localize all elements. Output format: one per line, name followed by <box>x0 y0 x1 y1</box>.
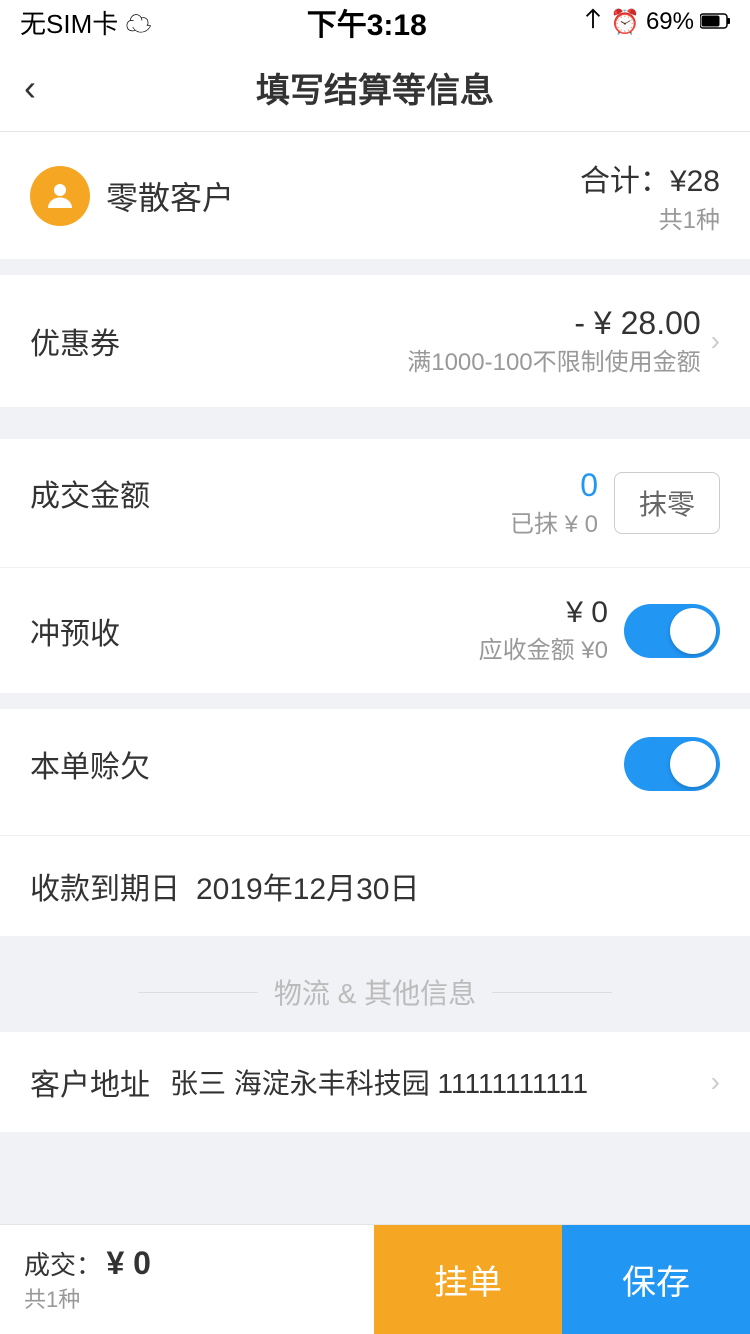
transaction-sub: 已抹 ¥ 0 <box>510 504 598 539</box>
pre-collect-row: 冲预收 ¥ 0 应收金额 ¥0 <box>0 568 750 693</box>
pre-collect-right: ¥ 0 应收金额 ¥0 <box>479 596 720 665</box>
section-separator-1 <box>0 423 750 439</box>
round-button[interactable]: 抹零 <box>614 472 720 534</box>
customer-avatar <box>30 166 90 226</box>
debit-section: 本单赊欠 收款到期日 2019年12月30日 <box>0 709 750 936</box>
transaction-value: 0 <box>510 467 598 504</box>
section-separator-2 <box>0 936 750 952</box>
transaction-right: 0 已抹 ¥ 0 抹零 <box>510 467 720 539</box>
coupon-right: - ¥ 28.00 满1000-100不限制使用金额 › <box>407 305 720 377</box>
debit-toggle-knob <box>670 741 716 787</box>
back-button[interactable]: ‹ <box>24 67 36 109</box>
battery-icon <box>700 8 730 36</box>
battery-icon <box>582 8 604 37</box>
coupon-info: - ¥ 28.00 满1000-100不限制使用金额 <box>407 305 700 377</box>
status-time: 下午3:18 <box>307 0 427 44</box>
nav-bar: ‹ 填写结算等信息 <box>0 44 750 132</box>
debit-row: 本单赊欠 <box>0 709 750 819</box>
transaction-value-block: 0 已抹 ¥ 0 <box>510 467 598 539</box>
bottom-deal-row: 成交： ¥ 0 <box>24 1245 350 1282</box>
hold-button[interactable]: 挂单 <box>374 1225 562 1334</box>
alarm-icon: ⏰ <box>610 8 640 37</box>
battery-percent: 69% <box>646 8 694 36</box>
save-button[interactable]: 保存 <box>562 1225 750 1334</box>
pre-collect-receivable: 应收金额 ¥0 <box>479 630 608 665</box>
status-bar: 无SIM卡 ☁ 下午3:18 ⏰ 69% <box>0 0 750 44</box>
address-value: 张三 海淀永丰科技园 11111111111 <box>170 1062 711 1102</box>
debit-label: 本单赊欠 <box>30 742 150 786</box>
bottom-deal-amount: ¥ 0 <box>106 1245 150 1281</box>
customer-total: 合计：¥28 <box>580 156 720 200</box>
coupon-label: 优惠券 <box>30 319 120 363</box>
transaction-amount-row: 成交金额 0 已抹 ¥ 0 抹零 <box>0 439 750 568</box>
customer-name: 零散客户 <box>106 173 234 219</box>
content-area: 零散客户 合计：¥28 共1种 优惠券 - ¥ 28.00 满1000-100不… <box>0 132 750 1252</box>
bottom-bar: 成交： ¥ 0 共1种 挂单 保存 <box>0 1224 750 1334</box>
pre-collect-label: 冲预收 <box>30 609 120 653</box>
bottom-deal-label: 成交： <box>24 1250 102 1280</box>
logistics-label: 物流 & 其他信息 <box>30 972 720 1012</box>
transaction-amount-label: 成交金额 <box>30 467 150 515</box>
logistics-divider: 物流 & 其他信息 <box>0 952 750 1032</box>
pre-collect-amount: ¥ 0 <box>479 596 608 630</box>
chevron-right-icon: › <box>711 325 720 357</box>
address-label: 客户地址 <box>30 1060 150 1104</box>
pre-collect-values: ¥ 0 应收金额 ¥0 <box>479 596 608 665</box>
transaction-section: 成交金额 0 已抹 ¥ 0 抹零 冲预收 ¥ 0 应收金额 ¥0 <box>0 439 750 693</box>
page-title: 填写结算等信息 <box>256 63 494 112</box>
status-right: ⏰ 69% <box>582 8 730 37</box>
customer-row: 零散客户 合计：¥28 共1种 <box>0 132 750 259</box>
status-left: 无SIM卡 ☁ <box>20 4 151 41</box>
customer-info: 零散客户 <box>30 166 234 226</box>
customer-totals: 合计：¥28 共1种 <box>580 156 720 235</box>
coupon-row[interactable]: 优惠券 - ¥ 28.00 满1000-100不限制使用金额 › <box>0 275 750 407</box>
signal-text: 无SIM卡 ☁ <box>20 4 151 41</box>
toggle-knob <box>670 608 716 654</box>
address-row[interactable]: 客户地址 张三 海淀永丰科技园 11111111111 › <box>0 1032 750 1132</box>
pre-collect-toggle[interactable] <box>624 604 720 658</box>
bottom-count: 共1种 <box>24 1282 350 1314</box>
due-date-value: 2019年12月30日 <box>196 864 419 908</box>
address-chevron-icon: › <box>711 1066 720 1098</box>
due-date-row: 收款到期日 2019年12月30日 <box>0 835 750 936</box>
coupon-discount: - ¥ 28.00 <box>407 305 700 342</box>
bottom-info: 成交： ¥ 0 共1种 <box>0 1245 374 1314</box>
coupon-description: 满1000-100不限制使用金额 <box>407 342 700 377</box>
due-date-label: 收款到期日 <box>30 864 180 908</box>
customer-count: 共1种 <box>580 200 720 235</box>
debit-toggle[interactable] <box>624 737 720 791</box>
